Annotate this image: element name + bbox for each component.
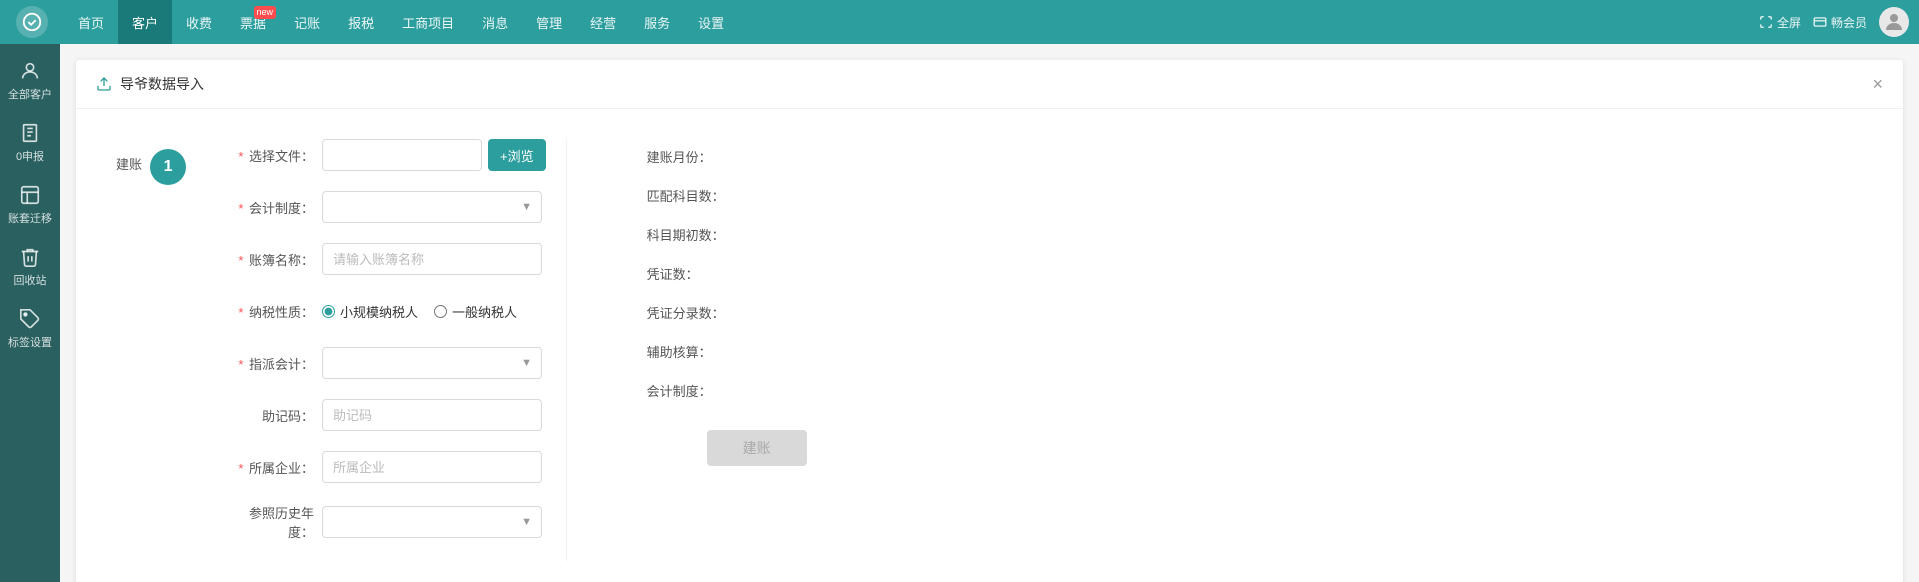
nav-item-operations[interactable]: 经营 (576, 0, 630, 44)
accounting-system-select-wrapper: ▼ (322, 191, 542, 223)
auxiliary-label: 辅助核算： (647, 342, 747, 361)
history-year-row: 参照历史年度： ▼ (232, 503, 546, 541)
import-panel: 导爷数据导入 × 建账 1 (76, 60, 1903, 582)
history-year-label: 参照历史年度： (232, 503, 322, 541)
auxiliary-row: 辅助核算： (647, 342, 1863, 361)
sidebar-item-all-clients[interactable]: 全部客户 (2, 52, 58, 110)
file-path-input[interactable] (322, 139, 482, 171)
voucher-records-row: 凭证分录数： (647, 303, 1863, 322)
match-subjects-row: 匹配科目数： (647, 186, 1863, 205)
file-select-row: * 选择文件： +浏览 (232, 139, 546, 171)
sidebar-item-tag-settings[interactable]: 标签设置 (2, 300, 58, 358)
company-input[interactable] (322, 451, 542, 483)
memo-label: 助记码： (232, 406, 322, 425)
build-month-label: 建账月份： (647, 147, 747, 166)
section-divider (566, 139, 567, 561)
panel-body: 建账 1 * 选择文件： (76, 109, 1903, 582)
nav-items: 首页 客户 收费 票据 new 记账 报税 工商项目 消息 管理 经营 (64, 0, 1759, 44)
build-account-button[interactable]: 建账 (707, 430, 807, 466)
ledger-name-row: * 账簿名称： (232, 243, 546, 275)
sidebar-item-account-migration[interactable]: 账套迁移 (2, 176, 58, 234)
accounting-system-info-row: 会计制度： (647, 381, 1863, 400)
sidebar-item-recycle[interactable]: 回收站 (2, 238, 58, 296)
memo-row: 助记码： (232, 399, 546, 431)
accounting-system-info-label: 会计制度： (647, 381, 747, 400)
tax-type-label: * 纳税性质： (232, 302, 322, 321)
tax-type-row: * 纳税性质： 小规模纳税人 一般纳税人 (232, 295, 546, 327)
user-avatar[interactable] (1879, 7, 1909, 37)
accountant-select[interactable] (322, 347, 542, 379)
nav-item-tax[interactable]: 报税 (334, 0, 388, 44)
nav-item-bookkeeping[interactable]: 记账 (280, 0, 334, 44)
nav-item-clients[interactable]: 客户 (118, 0, 172, 44)
main-content: 导爷数据导入 × 建账 1 (60, 44, 1919, 582)
fullscreen-button[interactable]: 全屏 (1759, 14, 1801, 31)
new-badge: new (254, 6, 277, 19)
ledger-name-input[interactable] (322, 243, 542, 275)
sidebar: 全部客户 0申报 账套迁移 回收站 (0, 44, 60, 582)
subject-initial-label: 科目期初数： (647, 225, 747, 244)
info-section: 建账月份： 匹配科目数： 科目期初数： 凭证数： (587, 139, 1863, 561)
accountant-row: * 指派会计： ▼ (232, 347, 546, 379)
app-logo (10, 0, 54, 44)
member-button[interactable]: 畅会员 (1813, 14, 1867, 31)
sidebar-item-declaration[interactable]: 0申报 (2, 114, 58, 172)
file-label: * 选择文件： (232, 146, 322, 165)
logo-icon (16, 6, 48, 38)
form-section: * 选择文件： +浏览 * 会计制度： (232, 139, 546, 561)
nav-item-settings[interactable]: 设置 (684, 0, 738, 44)
nav-item-fees[interactable]: 收费 (172, 0, 226, 44)
nav-item-invoices[interactable]: 票据 new (226, 0, 280, 44)
radio-small-taxpayer[interactable]: 小规模纳税人 (322, 302, 418, 321)
nav-item-business[interactable]: 工商项目 (388, 0, 468, 44)
memo-input[interactable] (322, 399, 542, 431)
top-navigation: 首页 客户 收费 票据 new 记账 报税 工商项目 消息 管理 经营 (0, 0, 1919, 44)
nav-right: 全屏 畅会员 (1759, 7, 1909, 37)
voucher-count-row: 凭证数： (647, 264, 1863, 283)
radio-general-taxpayer[interactable]: 一般纳税人 (434, 302, 517, 321)
accounting-system-row: * 会计制度： ▼ (232, 191, 546, 223)
step-form-group: 建账 1 * 选择文件： (116, 139, 546, 561)
panel-header: 导爷数据导入 × (76, 60, 1903, 109)
nav-item-home[interactable]: 首页 (64, 0, 118, 44)
history-year-select-wrapper: ▼ (322, 506, 542, 538)
voucher-records-label: 凭证分录数： (647, 303, 747, 322)
match-subjects-label: 匹配科目数： (647, 186, 747, 205)
nav-item-messages[interactable]: 消息 (468, 0, 522, 44)
step-section: 建账 1 (116, 139, 186, 185)
nav-item-manage[interactable]: 管理 (522, 0, 576, 44)
company-row: * 所属企业： (232, 451, 546, 483)
app-body: 全部客户 0申报 账套迁移 回收站 (0, 44, 1919, 582)
subject-initial-row: 科目期初数： (647, 225, 1863, 244)
company-label: * 所属企业： (232, 458, 322, 477)
file-input-group: +浏览 (322, 139, 546, 171)
tax-type-radio-group: 小规模纳税人 一般纳税人 (322, 295, 517, 327)
ledger-name-label: * 账簿名称： (232, 250, 322, 269)
accounting-system-select[interactable] (322, 191, 542, 223)
nav-item-services[interactable]: 服务 (630, 0, 684, 44)
panel-title: 导爷数据导入 (96, 74, 204, 94)
import-icon (96, 76, 112, 92)
browse-button[interactable]: +浏览 (488, 139, 546, 171)
panel-close-button[interactable]: × (1872, 75, 1883, 93)
accounting-system-label: * 会计制度： (232, 198, 322, 217)
accountant-label: * 指派会计： (232, 354, 322, 373)
build-account-section: 建账 (647, 420, 1863, 466)
voucher-count-label: 凭证数： (647, 264, 747, 283)
history-year-select[interactable] (322, 506, 542, 538)
step-circle-1: 1 (150, 149, 186, 185)
accountant-select-wrapper: ▼ (322, 347, 542, 379)
build-month-row: 建账月份： (647, 147, 1863, 166)
